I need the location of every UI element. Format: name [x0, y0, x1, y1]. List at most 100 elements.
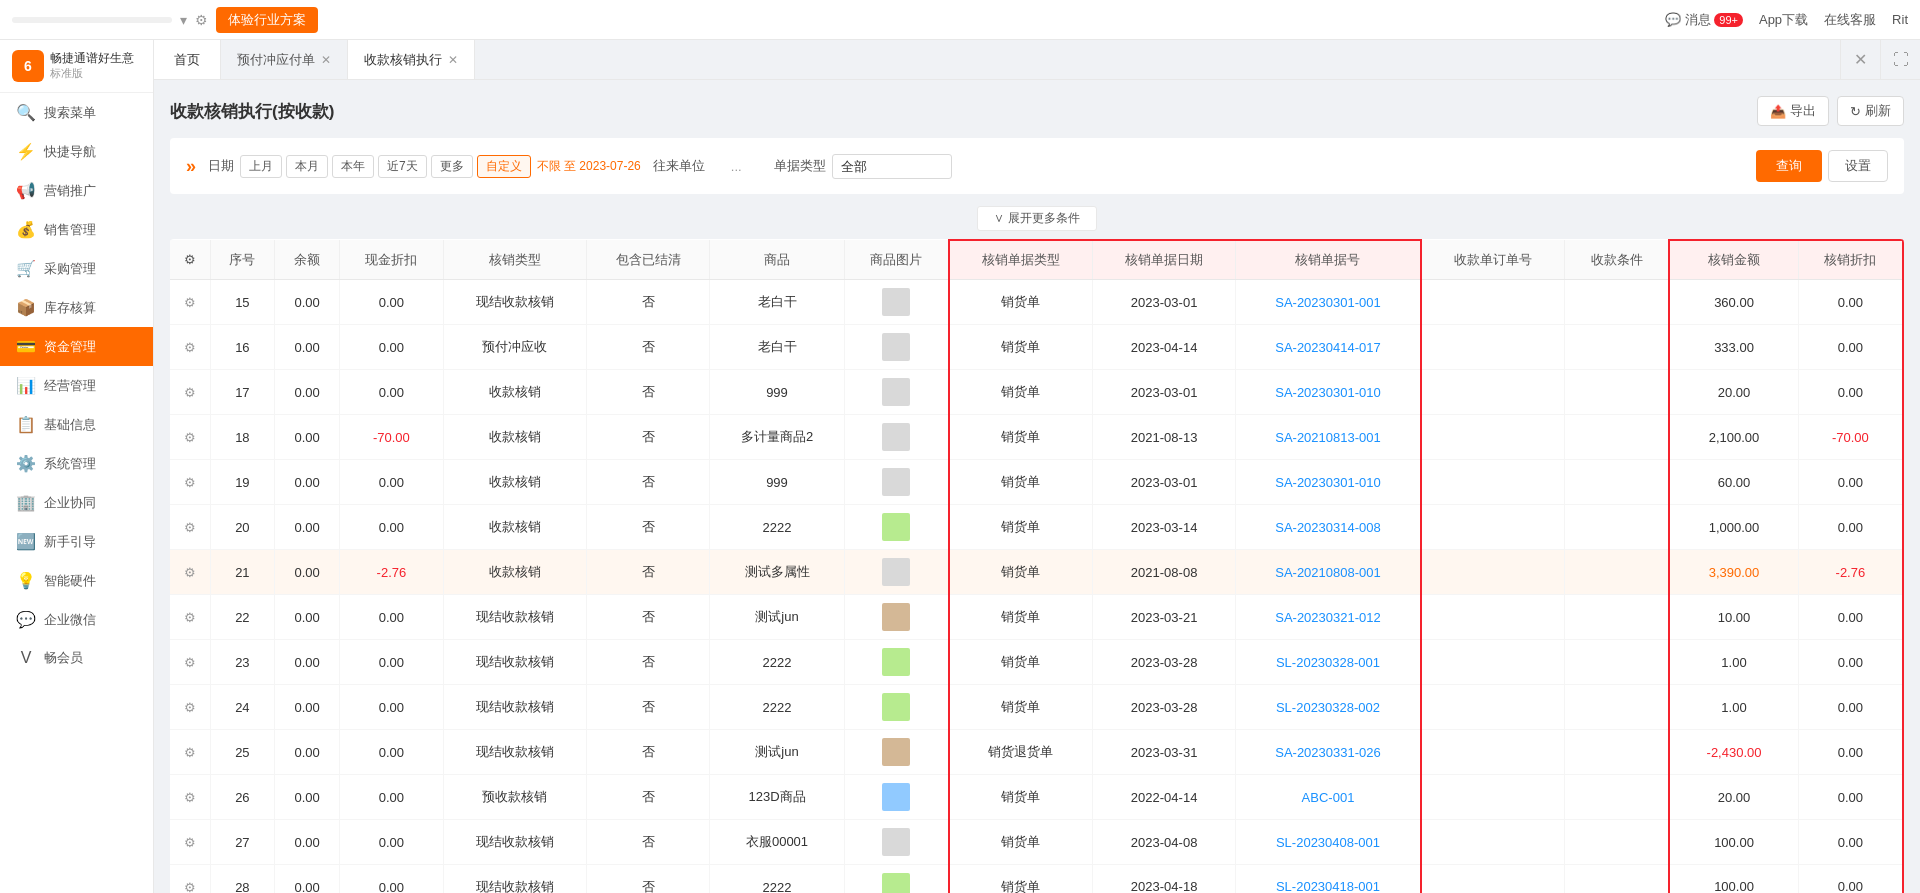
sidebar-item-purchase[interactable]: 🛒 采购管理 — [0, 249, 153, 288]
td-gear[interactable]: ⚙ — [170, 550, 210, 595]
expand-button[interactable]: ∨ 展开更多条件 — [977, 206, 1096, 231]
td-is-settled: 否 — [586, 730, 709, 775]
export-button[interactable]: 📤 导出 — [1757, 96, 1829, 126]
sidebar-item-inventory[interactable]: 📦 库存核算 — [0, 288, 153, 327]
date-btn-custom[interactable]: 自定义 — [477, 155, 531, 178]
sidebar-item-enterprise[interactable]: 🏢 企业协同 — [0, 483, 153, 522]
td-row-no: 28 — [210, 865, 275, 894]
td-receipt-condition — [1565, 325, 1670, 370]
date-btn-7days[interactable]: 近7天 — [378, 155, 427, 178]
sidebar-item-marketing[interactable]: 📢 营销推广 — [0, 171, 153, 210]
td-gear[interactable]: ⚙ — [170, 820, 210, 865]
td-gear[interactable]: ⚙ — [170, 865, 210, 894]
bill-no-link[interactable]: SA-20210813-001 — [1275, 430, 1381, 445]
sidebar-item-operations[interactable]: 📊 经营管理 — [0, 366, 153, 405]
bill-no-link[interactable]: SA-20210808-001 — [1275, 565, 1381, 580]
date-btn-this-year[interactable]: 本年 — [332, 155, 374, 178]
td-row-no: 24 — [210, 685, 275, 730]
td-gear[interactable]: ⚙ — [170, 730, 210, 775]
bill-no-link[interactable]: SL-20230328-002 — [1276, 700, 1380, 715]
td-gear[interactable]: ⚙ — [170, 640, 210, 685]
td-gear[interactable]: ⚙ — [170, 280, 210, 325]
online-service[interactable]: 在线客服 — [1824, 11, 1876, 29]
td-bill-type: 销货单 — [949, 370, 1093, 415]
bill-no-link[interactable]: SL-20230408-001 — [1276, 835, 1380, 850]
td-bill-type: 销货单 — [949, 325, 1093, 370]
td-gear[interactable]: ⚙ — [170, 595, 210, 640]
tab-collection-close[interactable]: ✕ — [448, 53, 458, 67]
td-gear[interactable]: ⚙ — [170, 415, 210, 460]
bill-no-link[interactable]: SA-20230314-008 — [1275, 520, 1381, 535]
app-download[interactable]: App下载 — [1759, 11, 1808, 29]
settings-icon[interactable]: ⚙ — [195, 12, 208, 28]
td-bill-date: 2023-03-01 — [1093, 280, 1236, 325]
bill-no-link[interactable]: SL-20230418-001 — [1276, 879, 1380, 893]
logo-icon: 6 — [12, 50, 44, 82]
td-write-off-discount: 0.00 — [1798, 865, 1903, 894]
logo-sub: 标准版 — [50, 66, 134, 81]
td-balance: 0.00 — [275, 280, 340, 325]
sidebar-item-finance[interactable]: 💳 资金管理 — [0, 327, 153, 366]
td-receipt-condition — [1565, 685, 1670, 730]
bill-no-link[interactable]: ABC-001 — [1302, 790, 1355, 805]
sidebar-item-system[interactable]: ⚙️ 系统管理 — [0, 444, 153, 483]
td-gear[interactable]: ⚙ — [170, 685, 210, 730]
date-btn-this-month[interactable]: 本月 — [286, 155, 328, 178]
marketing-icon: 📢 — [16, 181, 36, 200]
refresh-icon: ↻ — [1850, 104, 1861, 119]
table-row: ⚙ 25 0.00 0.00 现结收款核销 否 测试jun 销货退货单 2023… — [170, 730, 1903, 775]
refresh-button[interactable]: ↻ 刷新 — [1837, 96, 1904, 126]
close-tab-button[interactable]: ✕ — [1840, 40, 1880, 80]
notification-area[interactable]: 💬 消息 99+ — [1665, 11, 1743, 29]
td-goods: 测试多属性 — [710, 550, 844, 595]
td-balance: 0.00 — [275, 460, 340, 505]
sidebar-item-wechat[interactable]: 💬 企业微信 — [0, 600, 153, 639]
tab-collection[interactable]: 收款核销执行 ✕ — [348, 40, 475, 79]
td-receipt-order — [1421, 595, 1565, 640]
tab-prepay-close[interactable]: ✕ — [321, 53, 331, 67]
td-gear[interactable]: ⚙ — [170, 460, 210, 505]
table-row: ⚙ 23 0.00 0.00 现结收款核销 否 2222 销货单 2023-03… — [170, 640, 1903, 685]
td-goods: 2222 — [710, 640, 844, 685]
tab-prepay[interactable]: 预付冲应付单 ✕ — [221, 40, 348, 79]
sidebar-item-search-menu[interactable]: 🔍 搜索菜单 — [0, 93, 153, 132]
td-gear[interactable]: ⚙ — [170, 370, 210, 415]
th-gear[interactable]: ⚙ — [170, 240, 210, 280]
user-name[interactable]: Rit — [1892, 12, 1908, 27]
date-range-text: 不限 至 2023-07-26 — [537, 158, 641, 175]
sidebar-item-hardware[interactable]: 💡 智能硬件 — [0, 561, 153, 600]
bill-no-link[interactable]: SA-20230301-010 — [1275, 475, 1381, 490]
sidebar-item-basic[interactable]: 📋 基础信息 — [0, 405, 153, 444]
bill-no-link[interactable]: SA-20230301-010 — [1275, 385, 1381, 400]
solution-button[interactable]: 体验行业方案 — [216, 7, 318, 33]
bill-type-select[interactable]: 全部 销货单 — [832, 154, 952, 179]
sidebar-label-system: 系统管理 — [44, 455, 96, 473]
table-header-row: ⚙ 序号 余额 现金折扣 核销类型 包含已结清 商品 商品图片 核销单据类型 核… — [170, 240, 1903, 280]
tab-home[interactable]: 首页 — [154, 40, 221, 79]
td-goods-img — [844, 280, 949, 325]
dropdown-icon[interactable]: ▾ — [180, 12, 187, 28]
table-row: ⚙ 15 0.00 0.00 现结收款核销 否 老白干 销货单 2023-03-… — [170, 280, 1903, 325]
sidebar-item-vip[interactable]: V 畅会员 — [0, 639, 153, 677]
bill-no-link[interactable]: SL-20230328-001 — [1276, 655, 1380, 670]
bill-no-link[interactable]: SA-20230301-001 — [1275, 295, 1381, 310]
filter-settings-button[interactable]: 设置 — [1828, 150, 1888, 182]
td-write-off-amount: 20.00 — [1669, 775, 1798, 820]
date-btn-last-month[interactable]: 上月 — [240, 155, 282, 178]
bill-no-link[interactable]: SA-20230414-017 — [1275, 340, 1381, 355]
query-button[interactable]: 查询 — [1756, 150, 1822, 182]
td-receipt-order — [1421, 505, 1565, 550]
bill-no-link[interactable]: SA-20230331-026 — [1275, 745, 1381, 760]
td-bill-date: 2023-03-31 — [1093, 730, 1236, 775]
sidebar-item-sales[interactable]: 💰 销售管理 — [0, 210, 153, 249]
bill-no-link[interactable]: SA-20230321-012 — [1275, 610, 1381, 625]
td-gear[interactable]: ⚙ — [170, 505, 210, 550]
sidebar-label-quick-nav: 快捷导航 — [44, 143, 96, 161]
sidebar-item-guide[interactable]: 🆕 新手引导 — [0, 522, 153, 561]
filter-toggle-button[interactable]: » — [186, 156, 196, 177]
maximize-button[interactable]: ⛶ — [1880, 40, 1920, 80]
sidebar-item-quick-nav[interactable]: ⚡ 快捷导航 — [0, 132, 153, 171]
td-gear[interactable]: ⚙ — [170, 325, 210, 370]
date-btn-more[interactable]: 更多 — [431, 155, 473, 178]
td-gear[interactable]: ⚙ — [170, 775, 210, 820]
